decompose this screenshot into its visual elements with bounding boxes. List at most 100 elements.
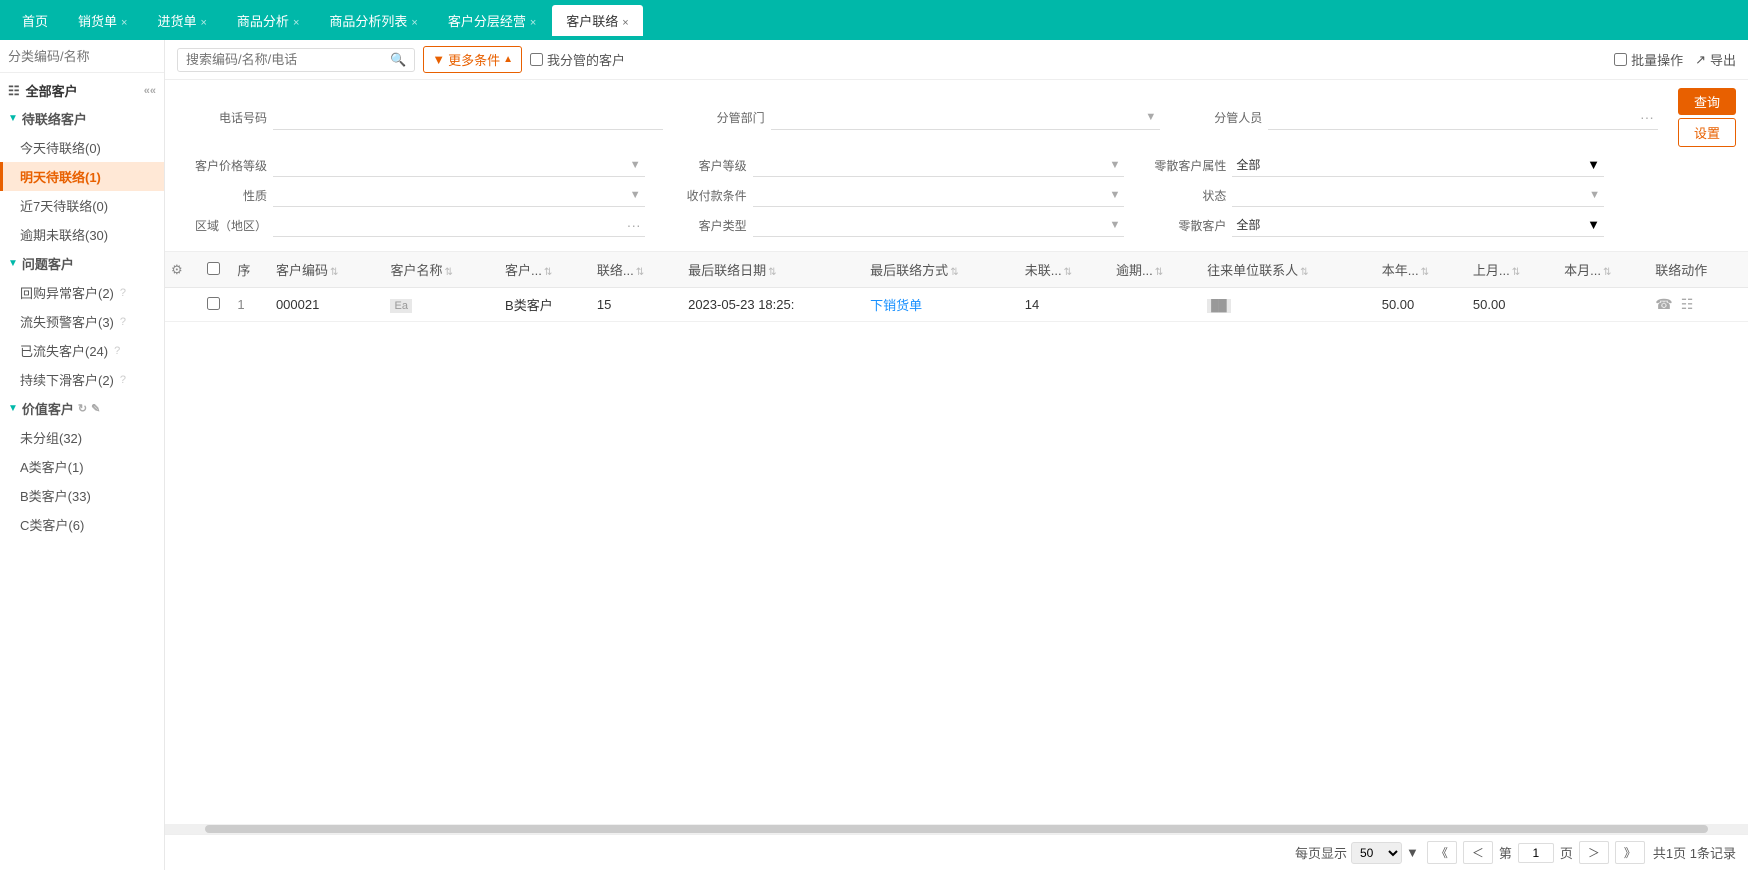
td-type: B类客户 (499, 288, 591, 322)
table-gear-icon[interactable]: ⚙ (171, 262, 183, 277)
first-page-button[interactable]: 《 (1427, 841, 1457, 864)
th-last-contact-date: 最后联络日期⇅ (682, 252, 864, 288)
sort-year-icon: ⇅ (1421, 267, 1429, 278)
th-seq: 序 (231, 252, 270, 288)
filter-scattered-label: 零散客户 (1136, 217, 1226, 234)
table-row: 1 000021 Ea B类客户 15 2023-05-23 18:25: 下销… (165, 288, 1748, 322)
th-this-month: 本月...⇅ (1558, 252, 1649, 288)
content-area: 🔍 ▼ 更多条件 ▲ 我分管的客户 批量操作 ↗ 导出 (165, 40, 1748, 870)
sort-overdue-icon: ⇅ (1155, 267, 1163, 278)
filter-region: 区域（地区） ··· (177, 213, 645, 237)
nav-item-0[interactable]: 销货单× (64, 5, 141, 36)
sidebar-item-7days[interactable]: 近7天待联络(0) (0, 191, 164, 220)
page-size-wrap: 每页显示 50 10 20 100 ▼ (1295, 842, 1419, 864)
help-icon-2: ? (120, 316, 126, 328)
filter-scattered-attr: 零散客户属性 全部 ▼ (1136, 153, 1604, 177)
nav-home[interactable]: 首页 (8, 5, 62, 36)
filter-dept-arrow: ▼ (1145, 111, 1156, 123)
sidebar-search-wrap: 🔍 (0, 40, 164, 73)
action-phone-icon[interactable]: ☎ (1655, 296, 1672, 313)
action-buttons: 查询 设置 (1678, 88, 1736, 147)
nav-item-4[interactable]: 客户分层经营× (434, 5, 550, 36)
td-last-contact-method: 下销货单 (864, 288, 1019, 322)
sidebar-item-tomorrow[interactable]: 明天待联络(1) (0, 162, 164, 191)
th-not-contact: 未联...⇅ (1019, 252, 1110, 288)
nav-item-2[interactable]: 商品分析× (223, 5, 313, 36)
export-button[interactable]: ↗ 导出 (1695, 50, 1736, 69)
horizontal-scrollbar[interactable] (165, 824, 1748, 834)
last-page-button[interactable]: 》 (1615, 841, 1645, 864)
sidebar-section-problem[interactable]: ▼ 问题客户 (0, 249, 164, 278)
filter-price-level-select[interactable]: ▼ (273, 153, 645, 177)
th-this-year: 本年...⇅ (1376, 252, 1467, 288)
prev-page-button[interactable]: ＜ (1463, 841, 1493, 864)
sidebar-item-c-class[interactable]: C类客户(6) (0, 510, 164, 539)
th-actions: 联络动作 (1649, 252, 1748, 288)
filter-dept: 分管部门 ▼ (675, 106, 1161, 130)
setting-button[interactable]: 设置 (1678, 118, 1736, 147)
page-size-select[interactable]: 50 10 20 100 (1351, 842, 1402, 864)
filter-region-dots[interactable]: ··· (627, 217, 641, 233)
nav-item-3[interactable]: 商品分析列表× (315, 5, 431, 36)
filter-icon: ▼ (432, 52, 445, 67)
value-refresh-icon[interactable]: ↻ (78, 402, 87, 415)
sidebar-section-problem-arrow: ▼ (8, 258, 18, 269)
filter-phone-input[interactable] (273, 106, 663, 130)
filter-payment-select[interactable]: ▼ (753, 183, 1125, 207)
sidebar-item-overdue[interactable]: 逾期未联络(30) (0, 220, 164, 249)
sidebar-search-input[interactable] (8, 49, 165, 64)
batch-ops-check[interactable] (1614, 53, 1627, 66)
sidebar-collapse-all-icon[interactable]: «« (144, 85, 156, 97)
filter-dept-select[interactable]: ▼ (771, 106, 1161, 130)
sidebar-section-value[interactable]: ▼ 价值客户 ↻ ✎ (0, 394, 164, 423)
th-gear: ⚙ (165, 252, 201, 288)
filter-nature-arrow: ▼ (630, 189, 641, 201)
next-page-button[interactable]: ＞ (1579, 841, 1609, 864)
th-type: 客户...⇅ (499, 252, 591, 288)
filter-arrow-icon: ▲ (503, 54, 513, 65)
sidebar-all-customers[interactable]: ☷ 全部客户 «« (0, 73, 164, 104)
sidebar-item-today[interactable]: 今天待联络(0) (0, 133, 164, 162)
sidebar-item-repurchase-anomaly[interactable]: 回购异常客户(2) ? (0, 278, 164, 307)
filter-person-input-wrap: ··· (1268, 106, 1658, 130)
sidebar-collapse-icon[interactable]: ☷ (8, 83, 20, 99)
td-seq: 1 (231, 288, 270, 322)
filter-person: 分管人员 ··· (1172, 106, 1658, 130)
scrollbar-thumb (205, 825, 1708, 833)
sidebar-item-b-class[interactable]: B类客户(33) (0, 481, 164, 510)
pagination-wrap: 《 ＜ 第 页 ＞ 》 (1427, 841, 1645, 864)
td-last-month: 50.00 (1467, 288, 1558, 322)
filter-status-arrow: ▼ (1589, 189, 1600, 201)
sidebar-item-churned[interactable]: 已流失客户(24) ? (0, 336, 164, 365)
last-contact-method-link[interactable]: 下销货单 (870, 298, 922, 313)
filter-nature-select[interactable]: ▼ (273, 183, 645, 207)
value-edit-icon[interactable]: ✎ (91, 402, 100, 415)
my-customer-checkbox[interactable]: 我分管的客户 (530, 50, 625, 69)
page-input[interactable] (1518, 843, 1554, 863)
sidebar-section-pending[interactable]: ▼ 待联络客户 (0, 104, 164, 133)
sort-type-icon: ⇅ (544, 267, 552, 278)
filter-person-dots[interactable]: ··· (1640, 109, 1654, 125)
filter-customer-type-select[interactable]: ▼ (753, 213, 1125, 237)
search-input[interactable] (186, 52, 386, 67)
filter-phone-label: 电话号码 (177, 109, 267, 126)
batch-ops-button[interactable]: 批量操作 (1614, 50, 1683, 69)
row-checkbox[interactable] (207, 297, 220, 310)
sidebar-item-churn-warning[interactable]: 流失预警客户(3) ? (0, 307, 164, 336)
filter-status-select[interactable]: ▼ (1232, 183, 1604, 207)
search-submit-icon[interactable]: 🔍 (390, 52, 406, 68)
filter-scattered-attr-select[interactable]: 全部 ▼ (1232, 153, 1604, 177)
query-button[interactable]: 查询 (1678, 88, 1736, 115)
nav-item-5[interactable]: 客户联络× (552, 5, 642, 36)
action-grid-icon[interactable]: ☷ (1681, 296, 1694, 313)
filter-payment: 收付款条件 ▼ (657, 183, 1125, 207)
more-filter-button[interactable]: ▼ 更多条件 ▲ (423, 46, 522, 73)
sidebar-item-a-class[interactable]: A类客户(1) (0, 452, 164, 481)
sidebar-item-declining[interactable]: 持续下滑客户(2) ? (0, 365, 164, 394)
sidebar-item-unclassified[interactable]: 未分组(32) (0, 423, 164, 452)
nav-item-1[interactable]: 进货单× (143, 5, 220, 36)
filter-customer-level-select[interactable]: ▼ (753, 153, 1125, 177)
filter-scattered-select[interactable]: 全部 ▼ (1232, 213, 1604, 237)
select-all-checkbox[interactable] (207, 262, 220, 275)
my-customer-check[interactable] (530, 53, 543, 66)
